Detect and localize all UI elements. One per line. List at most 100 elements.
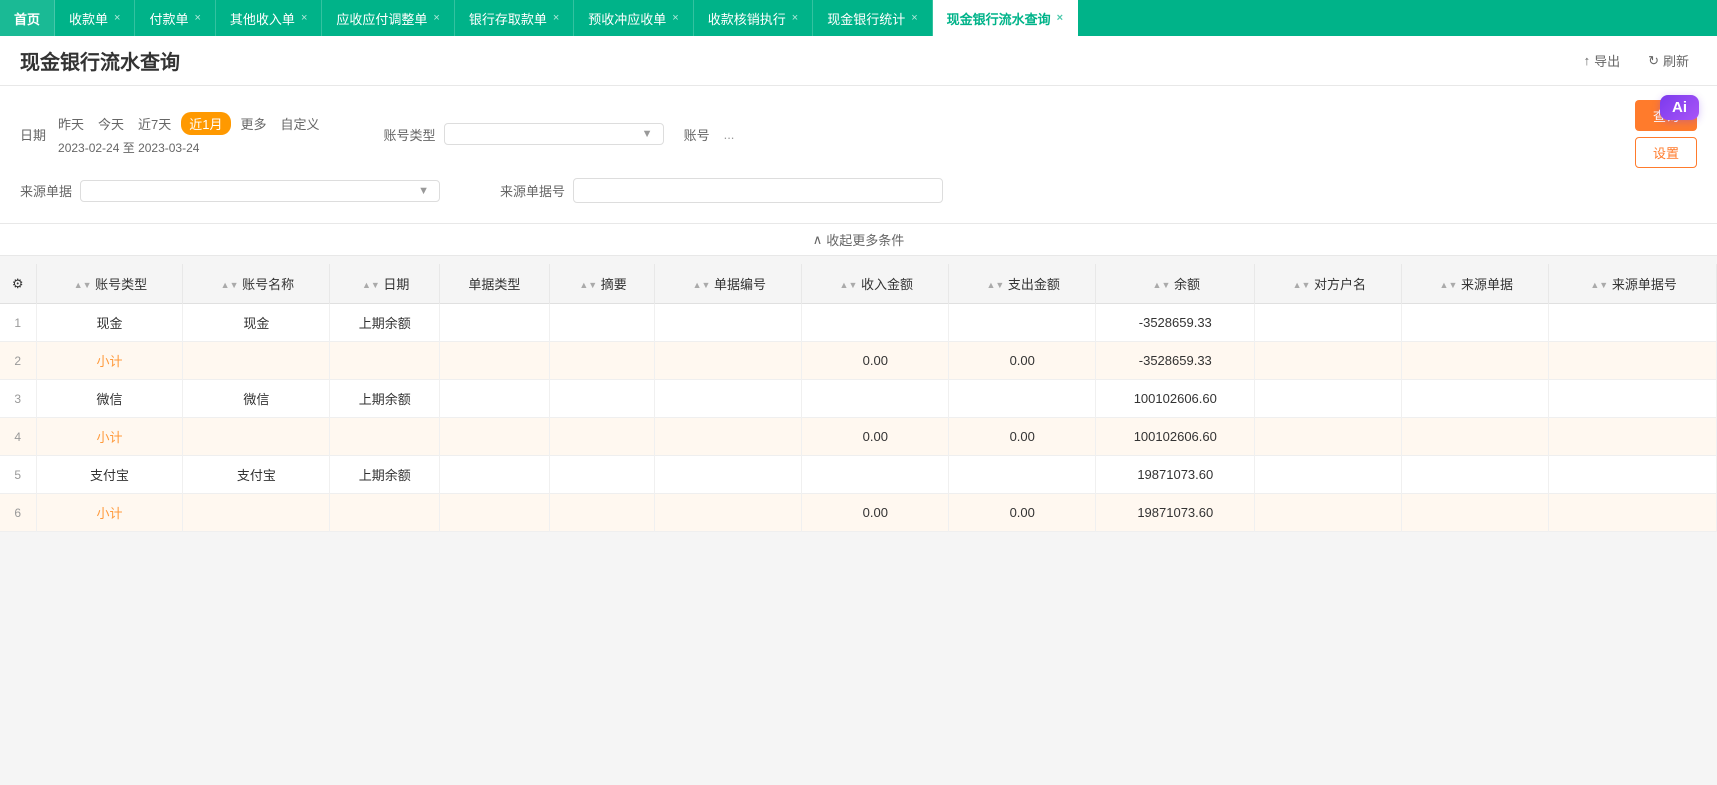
date-opt-more[interactable]: 更多	[237, 112, 271, 135]
col-source-doc[interactable]: ▲▼ 来源单据	[1402, 264, 1549, 304]
nav-tab-receipt-close[interactable]: ×	[114, 12, 120, 24]
nav-tab-cash-bank-stats[interactable]: 现金银行统计 ×	[813, 0, 932, 36]
col-account-type[interactable]: ▲▼ 账号类型	[36, 264, 183, 304]
filter-row-2: 来源单据 ▼ 来源单据号	[20, 178, 1697, 203]
account-type-select[interactable]: ▼	[444, 123, 664, 145]
sort-icon-expense: ▲▼	[986, 281, 1004, 290]
date-opt-1month[interactable]: 近1月	[181, 112, 230, 135]
nav-tab-receivable-adjust-close[interactable]: ×	[433, 12, 439, 24]
nav-tab-home-label: 首页	[14, 9, 40, 28]
nav-tab-payment[interactable]: 付款单 ×	[135, 0, 215, 36]
source-doc-num-label: 来源单据号	[500, 181, 565, 200]
nav-tab-cash-bank-stats-close[interactable]: ×	[911, 12, 917, 24]
col-source-doc-num[interactable]: ▲▼ 来源单据号	[1549, 264, 1717, 304]
account-more-button[interactable]: ...	[718, 123, 741, 146]
export-button[interactable]: ↑ 导出	[1576, 47, 1629, 74]
nav-tab-other-income-close[interactable]: ×	[301, 12, 307, 24]
table-cell	[440, 342, 550, 380]
table-cell: 0.00	[949, 494, 1096, 532]
nav-tab-receipt-verify[interactable]: 收款核销执行 ×	[694, 0, 813, 36]
account-type-label: 账号类型	[384, 125, 436, 144]
table-cell: 100102606.60	[1096, 418, 1255, 456]
table-cell	[1255, 456, 1402, 494]
col-date[interactable]: ▲▼ 日期	[330, 264, 440, 304]
table-cell: 现金	[36, 304, 183, 342]
collapse-bar[interactable]: ∧ 收起更多条件	[0, 224, 1717, 256]
table-cell	[1549, 494, 1717, 532]
date-opt-custom[interactable]: 自定义	[277, 112, 324, 135]
nav-tab-bank-deposit-close[interactable]: ×	[553, 12, 559, 24]
date-opt-today[interactable]: 今天	[94, 112, 128, 135]
col-summary[interactable]: ▲▼ 摘要	[549, 264, 655, 304]
table-cell	[1255, 304, 1402, 342]
col-counterparty[interactable]: ▲▼ 对方户名	[1255, 264, 1402, 304]
sort-icon-account-type: ▲▼	[74, 281, 92, 290]
nav-tab-payment-label: 付款单	[149, 9, 188, 28]
col-expense[interactable]: ▲▼ 支出金额	[949, 264, 1096, 304]
page-title: 现金银行流水查询	[20, 46, 180, 75]
col-income[interactable]: ▲▼ 收入金额	[802, 264, 949, 304]
col-doc-num[interactable]: ▲▼ 单据编号	[655, 264, 802, 304]
table-cell	[1549, 342, 1717, 380]
table-cell: 0.00	[949, 342, 1096, 380]
table-cell: 1	[0, 304, 36, 342]
col-settings[interactable]: ⚙	[0, 264, 36, 304]
table-cell	[330, 418, 440, 456]
table-cell	[1255, 342, 1402, 380]
date-opt-yesterday[interactable]: 昨天	[54, 112, 88, 135]
table-cell	[330, 342, 440, 380]
col-account-name[interactable]: ▲▼ 账号名称	[183, 264, 330, 304]
nav-tab-other-income-label: 其他收入单	[230, 9, 295, 28]
table-cell: 上期余额	[330, 304, 440, 342]
nav-tab-receivable-adjust[interactable]: 应收应付调整单 ×	[322, 0, 454, 36]
table-cell	[655, 380, 802, 418]
table-cell: 小计	[36, 342, 183, 380]
nav-tab-home[interactable]: 首页	[0, 0, 55, 36]
source-doc-filter-group: 来源单据 ▼	[20, 180, 440, 202]
source-doc-select[interactable]: ▼	[80, 180, 440, 202]
table-cell	[1402, 494, 1549, 532]
nav-tab-receipt-label: 收款单	[69, 9, 108, 28]
table-cell	[1402, 418, 1549, 456]
nav-tab-other-income[interactable]: 其他收入单 ×	[216, 0, 322, 36]
date-options: 昨天 今天 近7天 近1月 更多 自定义	[54, 112, 324, 135]
nav-tab-bank-deposit-label: 银行存取款单	[469, 9, 547, 28]
ai-badge[interactable]: Ai	[1660, 95, 1699, 120]
filter-row-1: 日期 昨天 今天 近7天 近1月 更多 自定义 2023-02-24 至 202…	[20, 100, 1697, 168]
nav-tab-prepay-collect-close[interactable]: ×	[672, 12, 678, 24]
collapse-up-icon: ∧	[813, 232, 823, 248]
nav-tab-payment-close[interactable]: ×	[194, 12, 200, 24]
source-doc-num-input[interactable]	[573, 178, 943, 203]
table-cell	[549, 380, 655, 418]
nav-tab-bank-deposit[interactable]: 银行存取款单 ×	[455, 0, 574, 36]
nav-tab-receipt[interactable]: 收款单 ×	[55, 0, 135, 36]
nav-tab-cash-bank-flow[interactable]: 现金银行流水查询 ×	[933, 0, 1078, 36]
date-block: 昨天 今天 近7天 近1月 更多 自定义 2023-02-24 至 2023-0…	[54, 112, 324, 156]
table-cell: 6	[0, 494, 36, 532]
table-cell	[549, 456, 655, 494]
table-cell: 微信	[36, 380, 183, 418]
table-cell	[1255, 494, 1402, 532]
table-cell	[183, 342, 330, 380]
table-cell	[1549, 418, 1717, 456]
date-opt-7days[interactable]: 近7天	[134, 112, 175, 135]
table-cell: 3	[0, 380, 36, 418]
col-balance[interactable]: ▲▼ 余额	[1096, 264, 1255, 304]
refresh-label: 刷新	[1663, 51, 1689, 70]
data-table: ⚙ ▲▼ 账号类型 ▲▼ 账号名称 ▲▼ 日期 单据类型 ▲▼ 摘要	[0, 264, 1717, 532]
settings-button[interactable]: 设置	[1635, 137, 1697, 168]
table-cell: -3528659.33	[1096, 342, 1255, 380]
col-doc-type[interactable]: 单据类型	[440, 264, 550, 304]
table-cell	[655, 418, 802, 456]
table-cell: 上期余额	[330, 380, 440, 418]
nav-tab-cash-bank-stats-label: 现金银行统计	[827, 9, 905, 28]
nav-tab-prepay-collect[interactable]: 预收冲应收单 ×	[574, 0, 693, 36]
nav-tab-cash-bank-flow-close[interactable]: ×	[1057, 12, 1063, 24]
refresh-button[interactable]: ↻ 刷新	[1640, 47, 1697, 74]
table-cell: 4	[0, 418, 36, 456]
table-cell: 现金	[183, 304, 330, 342]
page-header: 现金银行流水查询 ↑ 导出 ↻ 刷新	[0, 36, 1717, 86]
table-cell	[1402, 456, 1549, 494]
nav-tab-receipt-verify-close[interactable]: ×	[792, 12, 798, 24]
table-cell	[949, 456, 1096, 494]
